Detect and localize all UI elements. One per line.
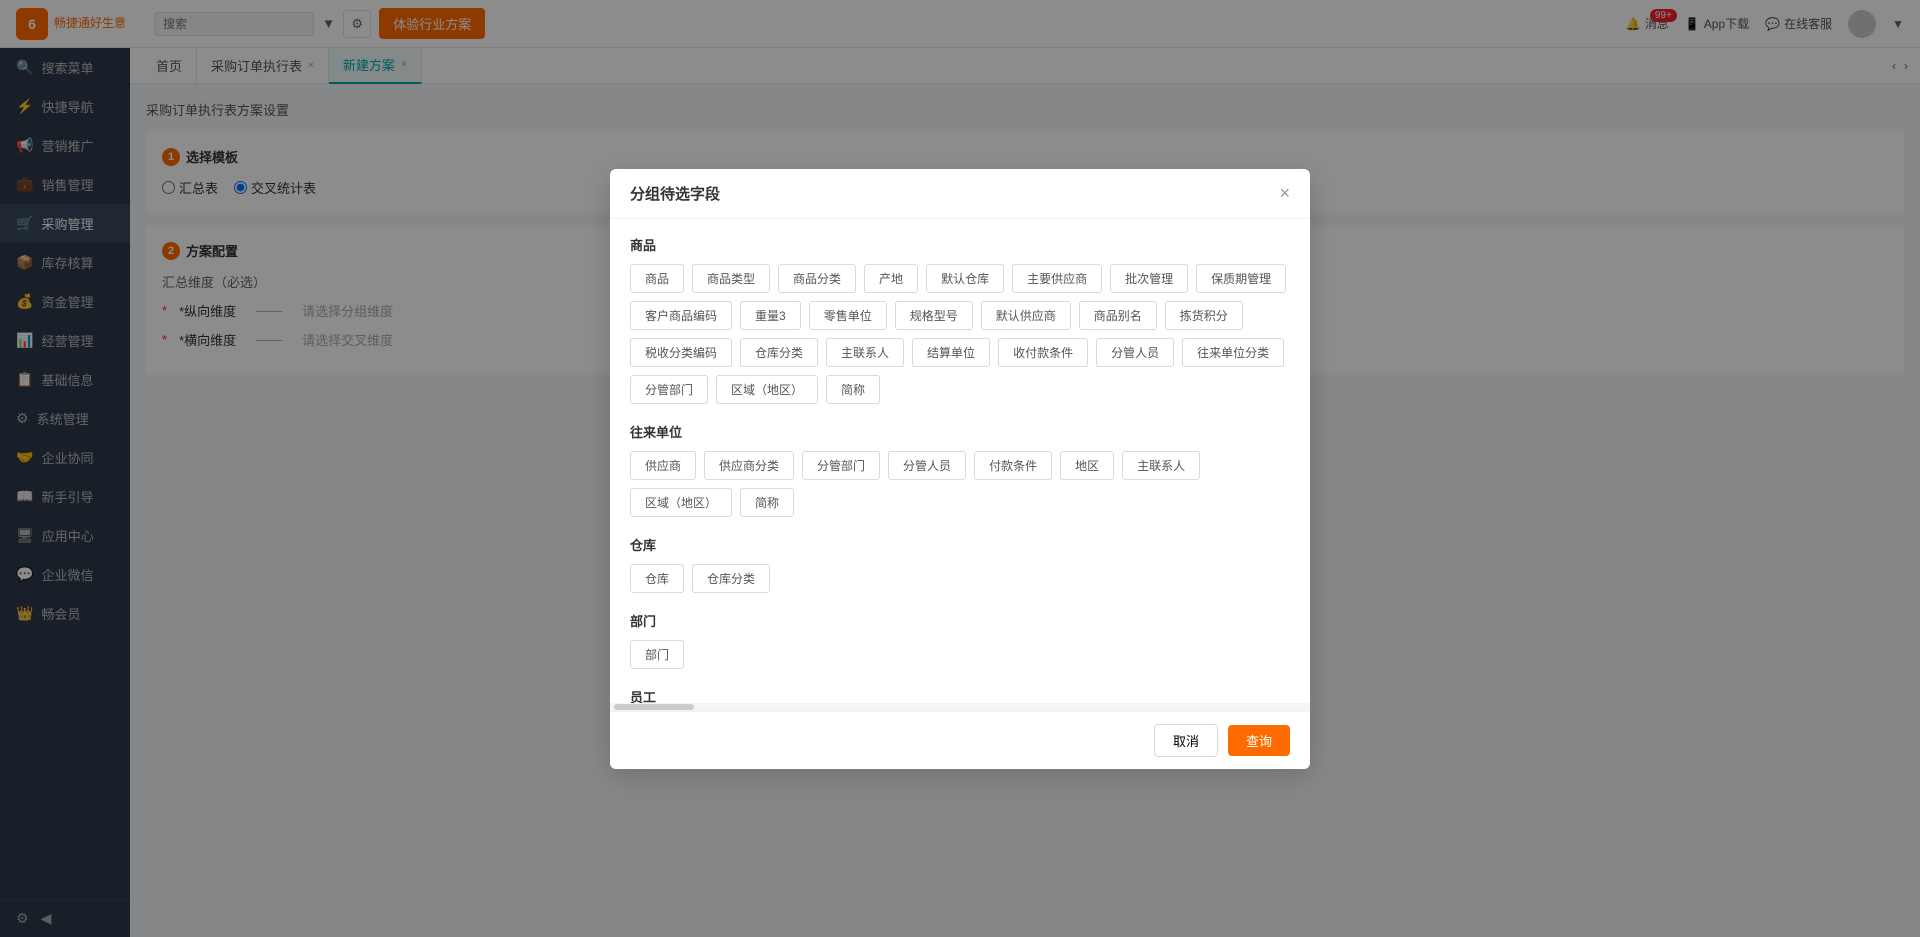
section-title-warehouse: 仓库 <box>630 535 1290 554</box>
field-tag[interactable]: 仓库分类 <box>692 564 770 593</box>
modal-overlay: 分组待选字段 × 商品 商品 商品类型 商品分类 产地 默认仓库 主要供应商 批… <box>0 0 1920 937</box>
modal-footer: 取消 查询 <box>610 711 1310 769</box>
field-tag[interactable]: 规格型号 <box>895 301 973 330</box>
field-tag[interactable]: 供应商 <box>630 451 696 480</box>
field-tag[interactable]: 保质期管理 <box>1196 264 1286 293</box>
field-tags-dept: 部门 <box>630 640 1290 669</box>
section-warehouse: 仓库 仓库 仓库分类 <box>630 535 1290 593</box>
modal-title: 分组待选字段 <box>630 183 720 204</box>
modal-header: 分组待选字段 × <box>610 169 1310 219</box>
field-tag[interactable]: 商品别名 <box>1079 301 1157 330</box>
field-tags-counterpart: 供应商 供应商分类 分管部门 分管人员 付款条件 地区 主联系人 区域（地区） … <box>630 451 1290 517</box>
field-tag[interactable]: 简称 <box>826 375 880 404</box>
modal-body[interactable]: 商品 商品 商品类型 商品分类 产地 默认仓库 主要供应商 批次管理 保质期管理… <box>610 219 1310 704</box>
field-tag[interactable]: 默认供应商 <box>981 301 1071 330</box>
field-tag[interactable]: 分管部门 <box>630 375 708 404</box>
field-tag[interactable]: 重量3 <box>740 301 801 330</box>
field-tag[interactable]: 收付款条件 <box>998 338 1088 367</box>
field-tag[interactable]: 分管人员 <box>1096 338 1174 367</box>
modal-close-btn[interactable]: × <box>1279 183 1290 204</box>
field-tag[interactable]: 部门 <box>630 640 684 669</box>
field-tag[interactable]: 拣货积分 <box>1165 301 1243 330</box>
field-tag[interactable]: 商品分类 <box>778 264 856 293</box>
section-title-goods: 商品 <box>630 235 1290 254</box>
field-tag[interactable]: 税收分类编码 <box>630 338 732 367</box>
field-tag[interactable]: 区域（地区） <box>630 488 732 517</box>
field-tag[interactable]: 商品 <box>630 264 684 293</box>
field-tag[interactable]: 分管部门 <box>802 451 880 480</box>
hscrollbar-thumb[interactable] <box>614 704 694 710</box>
section-title-counterpart: 往来单位 <box>630 422 1290 441</box>
section-department: 部门 部门 <box>630 611 1290 669</box>
field-tag[interactable]: 结算单位 <box>912 338 990 367</box>
field-tag[interactable]: 付款条件 <box>974 451 1052 480</box>
section-goods: 商品 商品 商品类型 商品分类 产地 默认仓库 主要供应商 批次管理 保质期管理… <box>630 235 1290 404</box>
field-tag[interactable]: 批次管理 <box>1110 264 1188 293</box>
field-tag[interactable]: 零售单位 <box>809 301 887 330</box>
field-tag[interactable]: 供应商分类 <box>704 451 794 480</box>
field-select-modal: 分组待选字段 × 商品 商品 商品类型 商品分类 产地 默认仓库 主要供应商 批… <box>610 169 1310 769</box>
field-tag[interactable]: 主要供应商 <box>1012 264 1102 293</box>
field-tag[interactable]: 仓库 <box>630 564 684 593</box>
field-tag[interactable]: 商品类型 <box>692 264 770 293</box>
field-tags-warehouse: 仓库 仓库分类 <box>630 564 1290 593</box>
field-tag[interactable]: 主联系人 <box>1122 451 1200 480</box>
field-tag[interactable]: 区域（地区） <box>716 375 818 404</box>
field-tag[interactable]: 仓库分类 <box>740 338 818 367</box>
field-tag[interactable]: 分管人员 <box>888 451 966 480</box>
section-counterpart: 往来单位 供应商 供应商分类 分管部门 分管人员 付款条件 地区 主联系人 区域… <box>630 422 1290 517</box>
field-tag[interactable]: 主联系人 <box>826 338 904 367</box>
field-tag[interactable]: 默认仓库 <box>926 264 1004 293</box>
confirm-button[interactable]: 查询 <box>1228 725 1290 756</box>
section-employee: 员工 业务员 <box>630 687 1290 704</box>
field-tag[interactable]: 地区 <box>1060 451 1114 480</box>
field-tag[interactable]: 往来单位分类 <box>1182 338 1284 367</box>
cancel-button[interactable]: 取消 <box>1154 724 1218 757</box>
section-title-dept: 部门 <box>630 611 1290 630</box>
field-tag[interactable]: 客户商品编码 <box>630 301 732 330</box>
field-tag[interactable]: 简称 <box>740 488 794 517</box>
section-title-employee: 员工 <box>630 687 1290 704</box>
modal-hscrollbar[interactable] <box>610 703 1310 710</box>
field-tag[interactable]: 产地 <box>864 264 918 293</box>
field-tags-goods: 商品 商品类型 商品分类 产地 默认仓库 主要供应商 批次管理 保质期管理 客户… <box>630 264 1290 404</box>
